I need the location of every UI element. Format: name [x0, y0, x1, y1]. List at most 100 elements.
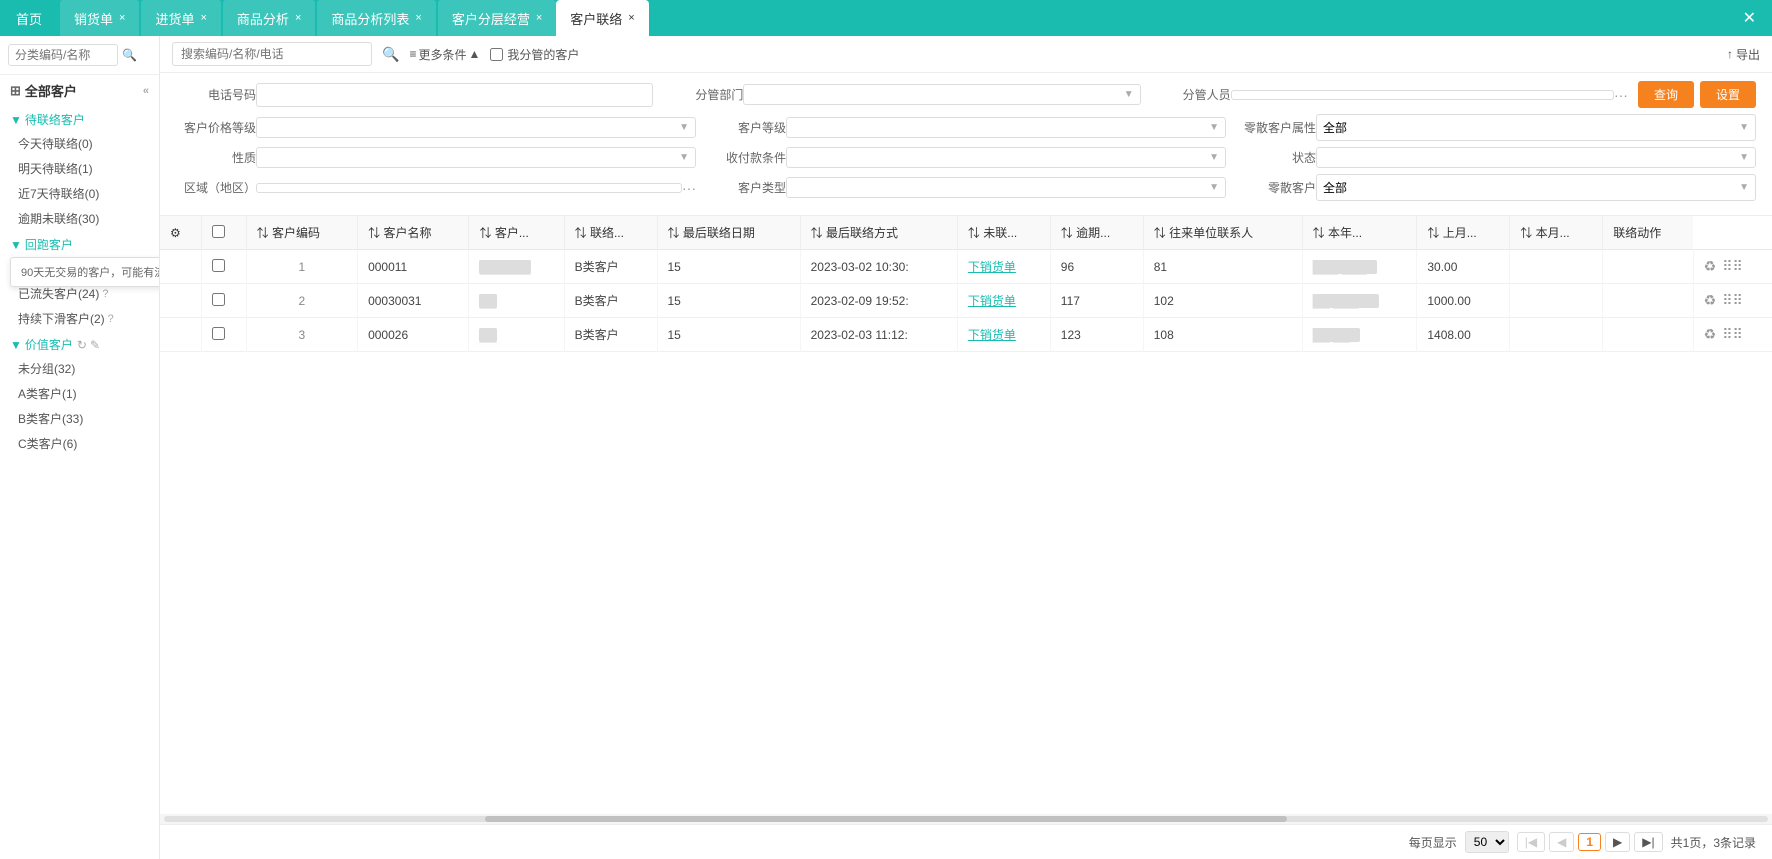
tab-sales-close[interactable]: × — [119, 12, 125, 24]
first-page-button[interactable]: |◀ — [1517, 832, 1545, 852]
export-button[interactable]: ↑ 导出 — [1727, 46, 1760, 63]
churn-tooltip: 90天无交易的客户，可能有流失风险。 — [10, 257, 160, 287]
retail-attr-select[interactable]: 全部 ▼ — [1316, 114, 1756, 141]
tab-product-analysis-close[interactable]: × — [295, 12, 301, 24]
row-actions[interactable]: ♻ ⠿⠿ — [1693, 284, 1772, 318]
customer-type-select[interactable]: ▼ — [786, 177, 1226, 198]
payment-select[interactable]: ▼ — [786, 147, 1226, 168]
th-this-year-sort-icon[interactable]: ⇅ — [1313, 226, 1325, 240]
row-action-more-icon[interactable]: ⠿⠿ — [1722, 258, 1743, 275]
th-code-sort-icon[interactable]: ⇅ — [257, 226, 269, 240]
sidebar-item-recovery[interactable]: 持续下滑客户(2) ? — [0, 306, 159, 331]
prev-page-button[interactable]: ◀ — [1549, 832, 1574, 852]
customer-type-label: 客户类型 — [706, 179, 786, 196]
tab-customer-layer[interactable]: 客户分层经营 × — [438, 0, 556, 36]
sidebar-search-icon[interactable]: 🔍 — [122, 48, 137, 62]
tab-purchase-close[interactable]: × — [200, 12, 206, 24]
row-actions[interactable]: ♻ ⠿⠿ — [1693, 250, 1772, 284]
customer-type-chevron-icon: ▼ — [1209, 182, 1219, 193]
sidebar-item-class-c[interactable]: C类客户(6) — [0, 431, 159, 456]
tab-home[interactable]: 首页 — [0, 0, 58, 36]
retail-select[interactable]: 全部 ▼ — [1316, 174, 1756, 201]
tab-product-analysis-list[interactable]: 商品分析列表 × — [317, 0, 435, 36]
query-button[interactable]: 查询 — [1638, 81, 1694, 108]
sidebar-item-overdue-contact[interactable]: 逾期未联络(30) — [0, 206, 159, 231]
sidebar-group-valuable[interactable]: ▼ 价值客户 ↻ ✎ — [0, 331, 159, 356]
window-close-icon[interactable]: ✕ — [1743, 8, 1756, 28]
row-checkbox-cell[interactable] — [201, 284, 246, 318]
valuable-edit-icon[interactable]: ✎ — [90, 338, 100, 352]
th-uncontacted-sort-icon[interactable]: ⇅ — [968, 226, 980, 240]
row-last-method[interactable]: 下销货单 — [957, 284, 1050, 318]
sidebar-item-7days[interactable]: 近7天待联络(0) — [0, 181, 159, 206]
scrollbar-thumb[interactable] — [485, 816, 1287, 822]
th-contact-sort-icon[interactable]: ⇅ — [575, 226, 587, 240]
th-checkbox[interactable] — [201, 216, 246, 250]
tab-product-analysis[interactable]: 商品分析 × — [223, 0, 315, 36]
tab-product-analysis-list-close[interactable]: × — [415, 12, 421, 24]
sidebar-group-churn[interactable]: ▼ 回跑客户 90天无交易的客户，可能有流失风险。 — [0, 231, 159, 256]
row-checkbox[interactable] — [212, 327, 225, 340]
valuable-refresh-icon[interactable]: ↻ — [77, 338, 87, 352]
th-settings[interactable]: ⚙ — [160, 216, 201, 250]
row-checkbox[interactable] — [212, 259, 225, 272]
sidebar-item-class-a[interactable]: A类客户(1) — [0, 381, 159, 406]
th-last-method-sort-icon[interactable]: ⇅ — [811, 226, 823, 240]
sidebar-item-today[interactable]: 今天待联络(0) — [0, 131, 159, 156]
status-select[interactable]: ▼ — [1316, 147, 1756, 168]
row-action-refresh-icon[interactable]: ♻ — [1704, 326, 1717, 343]
table-header-row: ⚙ ⇅ 客户编码 ⇅ 客户名称 — [160, 216, 1772, 250]
filter-field-person: 分管人员 ··· — [1151, 86, 1628, 103]
phone-input[interactable] — [256, 83, 653, 107]
th-type-sort-icon[interactable]: ⇅ — [479, 226, 491, 240]
row-action-more-icon[interactable]: ⠿⠿ — [1722, 326, 1743, 343]
person-ellipsis-button[interactable]: ··· — [1614, 87, 1628, 103]
price-grade-select[interactable]: ▼ — [256, 117, 696, 138]
horizontal-scrollbar[interactable] — [160, 814, 1772, 824]
sidebar-item-ungroup[interactable]: 未分组(32) — [0, 356, 159, 381]
select-all-checkbox[interactable] — [212, 225, 225, 238]
row-checkbox[interactable] — [212, 293, 225, 306]
customer-grade-select[interactable]: ▼ — [786, 117, 1226, 138]
region-select[interactable] — [256, 183, 682, 193]
filter-search-button[interactable]: 🔍 — [382, 46, 399, 63]
row-last-method[interactable]: 下销货单 — [957, 318, 1050, 352]
tab-customer-layer-close[interactable]: × — [536, 12, 542, 24]
th-last-month-sort-icon[interactable]: ⇅ — [1427, 226, 1439, 240]
row-name: ██ — [469, 318, 564, 352]
tab-customer-contact-close[interactable]: × — [628, 12, 634, 24]
filter-search-input[interactable] — [172, 42, 372, 66]
tab-purchase[interactable]: 进货单 × — [141, 0, 220, 36]
row-action-more-icon[interactable]: ⠿⠿ — [1722, 292, 1743, 309]
sidebar-item-class-b[interactable]: B类客户(33) — [0, 406, 159, 431]
row-action-refresh-icon[interactable]: ♻ — [1704, 258, 1717, 275]
region-ellipsis-button[interactable]: ··· — [682, 180, 696, 196]
row-checkbox-cell[interactable] — [201, 318, 246, 352]
my-customers-label[interactable]: 我分管的客户 — [490, 46, 579, 63]
tab-customer-contact[interactable]: 客户联络 × — [556, 0, 648, 36]
last-page-button[interactable]: ▶| — [1634, 832, 1662, 852]
my-customers-checkbox[interactable] — [490, 48, 503, 61]
th-unit-contact-sort-icon[interactable]: ⇅ — [1154, 226, 1166, 240]
row-last-method[interactable]: 下销货单 — [957, 250, 1050, 284]
th-this-month-sort-icon[interactable]: ⇅ — [1520, 226, 1532, 240]
sidebar-item-tomorrow[interactable]: 明天待联络(1) — [0, 156, 159, 181]
sidebar-group-pending[interactable]: ▼ 待联络客户 — [0, 106, 159, 131]
settings-button[interactable]: 设置 — [1700, 81, 1756, 108]
row-checkbox-cell[interactable] — [201, 250, 246, 284]
row-actions[interactable]: ♻ ⠿⠿ — [1693, 318, 1772, 352]
all-customers-section[interactable]: ⊞ 全部客户 « — [0, 75, 159, 106]
th-overdue-sort-icon[interactable]: ⇅ — [1061, 226, 1073, 240]
row-action-refresh-icon[interactable]: ♻ — [1704, 292, 1717, 309]
tab-sales[interactable]: 销货单 × — [60, 0, 139, 36]
dept-select[interactable]: ▼ — [743, 84, 1140, 105]
next-page-button[interactable]: ▶ — [1605, 832, 1630, 852]
per-page-select[interactable]: 50 — [1465, 831, 1509, 853]
more-conditions-button[interactable]: ≡ 更多条件 ▲ — [409, 46, 480, 63]
th-last-date-sort-icon[interactable]: ⇅ — [668, 226, 680, 240]
table-row: 1 000011 ██████ B类客户 15 2023-03-02 10:30… — [160, 250, 1772, 284]
sidebar-search-input[interactable] — [8, 44, 118, 66]
person-select[interactable] — [1231, 90, 1614, 100]
th-name-sort-icon[interactable]: ⇅ — [368, 226, 380, 240]
gender-select[interactable]: ▼ — [256, 147, 696, 168]
